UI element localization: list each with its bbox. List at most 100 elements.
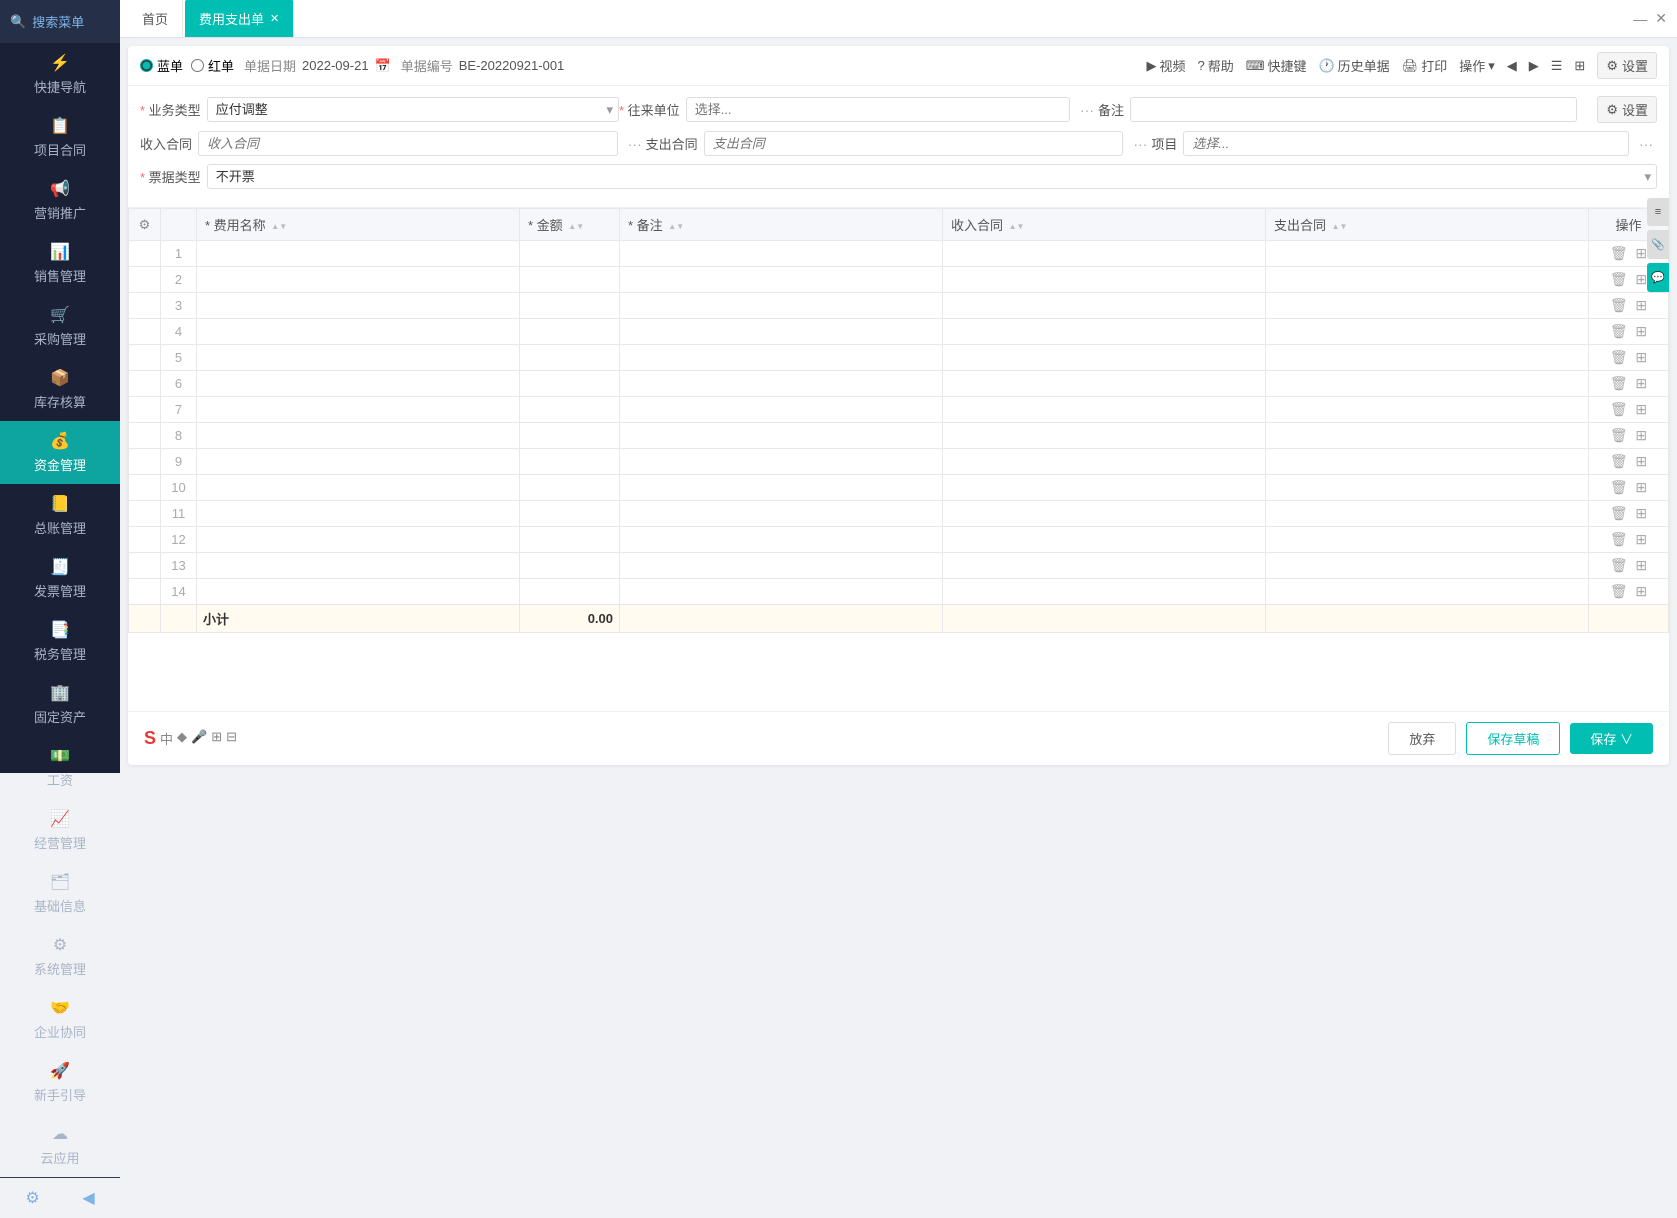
row-expense-contract[interactable] <box>1266 345 1589 371</box>
row-delete-btn[interactable]: 🗑 <box>1610 583 1628 599</box>
project-more[interactable]: ··· <box>1635 136 1657 152</box>
row-remark[interactable] <box>620 241 943 267</box>
sort-amount[interactable]: ▲▼ <box>568 223 584 231</box>
row-amount[interactable] <box>520 527 620 553</box>
row-remark[interactable] <box>620 553 943 579</box>
row-expense-name[interactable] <box>197 423 520 449</box>
sidebar-item-invoice-mgmt[interactable]: 🧾发票管理 <box>0 547 120 610</box>
row-expense-contract[interactable] <box>1266 449 1589 475</box>
sidebar-item-ops-mgmt[interactable]: 📈经营管理 <box>0 799 120 862</box>
row-delete-btn[interactable]: 🗑 <box>1610 557 1628 573</box>
row-copy-btn[interactable]: ⊞ <box>1635 427 1647 443</box>
sidebar-item-enterprise[interactable]: 🤝企业协同 <box>0 988 120 1051</box>
row-remark[interactable] <box>620 423 943 449</box>
sidebar-item-fixed-assets[interactable]: 🏢固定资产 <box>0 673 120 736</box>
row-expense-name[interactable] <box>197 579 520 605</box>
sidebar-search[interactable]: 🔍 搜索菜单 <box>0 0 120 43</box>
row-copy-btn[interactable]: ⊞ <box>1635 557 1647 573</box>
row-remark[interactable] <box>620 579 943 605</box>
float-attach-btn[interactable]: 📎 <box>1647 230 1669 259</box>
sidebar-item-sales-mgmt[interactable]: 📊销售管理 <box>0 232 120 295</box>
counterpart-more-btn[interactable]: ··· <box>1076 102 1098 118</box>
row-income-contract[interactable] <box>943 449 1266 475</box>
row-amount[interactable] <box>520 241 620 267</box>
row-expense-name[interactable] <box>197 241 520 267</box>
row-remark[interactable] <box>620 267 943 293</box>
sort-expense-contract[interactable]: ▲▼ <box>1332 223 1348 231</box>
save-draft-button[interactable]: 保存草稿 <box>1466 722 1560 755</box>
row-copy-btn[interactable]: ⊞ <box>1635 297 1647 313</box>
row-expense-contract[interactable] <box>1266 293 1589 319</box>
settings-icon[interactable]: ⚙ <box>25 1188 39 1208</box>
row-income-contract[interactable] <box>943 423 1266 449</box>
row-expense-contract[interactable] <box>1266 371 1589 397</box>
row-expense-contract[interactable] <box>1266 423 1589 449</box>
th-amount[interactable]: * 金额 ▲▼ <box>520 209 620 241</box>
row-amount[interactable] <box>520 579 620 605</box>
row-remark[interactable] <box>620 449 943 475</box>
row-copy-btn[interactable]: ⊞ <box>1635 479 1647 495</box>
row-income-contract[interactable] <box>943 293 1266 319</box>
sidebar-item-tax-mgmt[interactable]: 📑税务管理 <box>0 610 120 673</box>
grid-view-icon[interactable]: ⊞ <box>1574 58 1585 74</box>
row-amount[interactable] <box>520 397 620 423</box>
row-expense-contract[interactable] <box>1266 319 1589 345</box>
row-expense-contract[interactable] <box>1266 579 1589 605</box>
minimize-btn[interactable]: — <box>1633 11 1647 27</box>
row-expense-contract[interactable] <box>1266 241 1589 267</box>
counterpart-input[interactable] <box>686 97 1070 122</box>
list-view-icon[interactable]: ☰ <box>1551 58 1563 74</box>
income-contract-input[interactable] <box>198 131 618 156</box>
row-delete-btn[interactable]: 🗑 <box>1610 349 1628 365</box>
sidebar-item-project-contract[interactable]: 📋项目合同 <box>0 106 120 169</box>
row-expense-name[interactable] <box>197 319 520 345</box>
row-amount[interactable] <box>520 423 620 449</box>
tab-home[interactable]: 首页 <box>128 0 183 37</box>
row-expense-name[interactable] <box>197 449 520 475</box>
settings-btn[interactable]: ⚙ 设置 <box>1597 52 1657 79</box>
row-copy-btn[interactable]: ⊞ <box>1635 401 1647 417</box>
help-btn[interactable]: ? 帮助 <box>1197 56 1233 75</box>
row-amount[interactable] <box>520 293 620 319</box>
row-income-contract[interactable] <box>943 319 1266 345</box>
invoice-type-select[interactable]: 不开票 <box>207 164 1657 189</box>
income-contract-more[interactable]: ··· <box>624 136 646 152</box>
row-remark[interactable] <box>620 293 943 319</box>
sidebar-item-new-guide[interactable]: 🚀新手引导 <box>0 1051 120 1114</box>
row-amount[interactable] <box>520 553 620 579</box>
row-expense-name[interactable] <box>197 371 520 397</box>
th-remark[interactable]: * 备注 ▲▼ <box>620 209 943 241</box>
calendar-icon[interactable]: 📅 <box>375 58 391 74</box>
row-delete-btn[interactable]: 🗑 <box>1610 401 1628 417</box>
tab-expense-close[interactable]: ✕ <box>270 12 279 25</box>
row-delete-btn[interactable]: 🗑 <box>1610 505 1628 521</box>
row-copy-btn[interactable]: ⊞ <box>1635 245 1647 261</box>
row-delete-btn[interactable]: 🗑 <box>1610 271 1628 287</box>
row-income-contract[interactable] <box>943 475 1266 501</box>
speaker-icon[interactable]: ◀ <box>82 1188 94 1208</box>
th-income-contract[interactable]: 收入合同 ▲▼ <box>943 209 1266 241</box>
row-copy-btn[interactable]: ⊞ <box>1635 531 1647 547</box>
close-btn[interactable]: ✕ <box>1655 10 1667 27</box>
sidebar-item-capital-mgmt[interactable]: 💰资金管理 <box>0 421 120 484</box>
row-expense-name[interactable] <box>197 397 520 423</box>
row-delete-btn[interactable]: 🗑 <box>1610 453 1628 469</box>
history-btn[interactable]: 🕐 历史单据 <box>1318 56 1389 75</box>
sidebar-item-salary[interactable]: 💵工资 <box>0 736 120 799</box>
operation-btn[interactable]: 操作 ▾ <box>1459 56 1495 75</box>
row-expense-name[interactable] <box>197 527 520 553</box>
row-expense-contract[interactable] <box>1266 553 1589 579</box>
sidebar-item-quick-nav[interactable]: ⚡快捷导航 <box>0 43 120 106</box>
row-remark[interactable] <box>620 475 943 501</box>
row-income-contract[interactable] <box>943 501 1266 527</box>
arrow-left-icon[interactable]: ◀ <box>1507 58 1517 74</box>
row-expense-contract[interactable] <box>1266 527 1589 553</box>
row-expense-name[interactable] <box>197 345 520 371</box>
row-amount[interactable] <box>520 319 620 345</box>
row-copy-btn[interactable]: ⊞ <box>1635 349 1647 365</box>
row-income-contract[interactable] <box>943 397 1266 423</box>
arrow-right-icon[interactable]: ▶ <box>1529 58 1539 74</box>
blue-bill-radio[interactable]: 蓝单 <box>140 56 183 75</box>
row-expense-name[interactable] <box>197 293 520 319</box>
save-button[interactable]: 保存 ∨ <box>1570 723 1653 754</box>
